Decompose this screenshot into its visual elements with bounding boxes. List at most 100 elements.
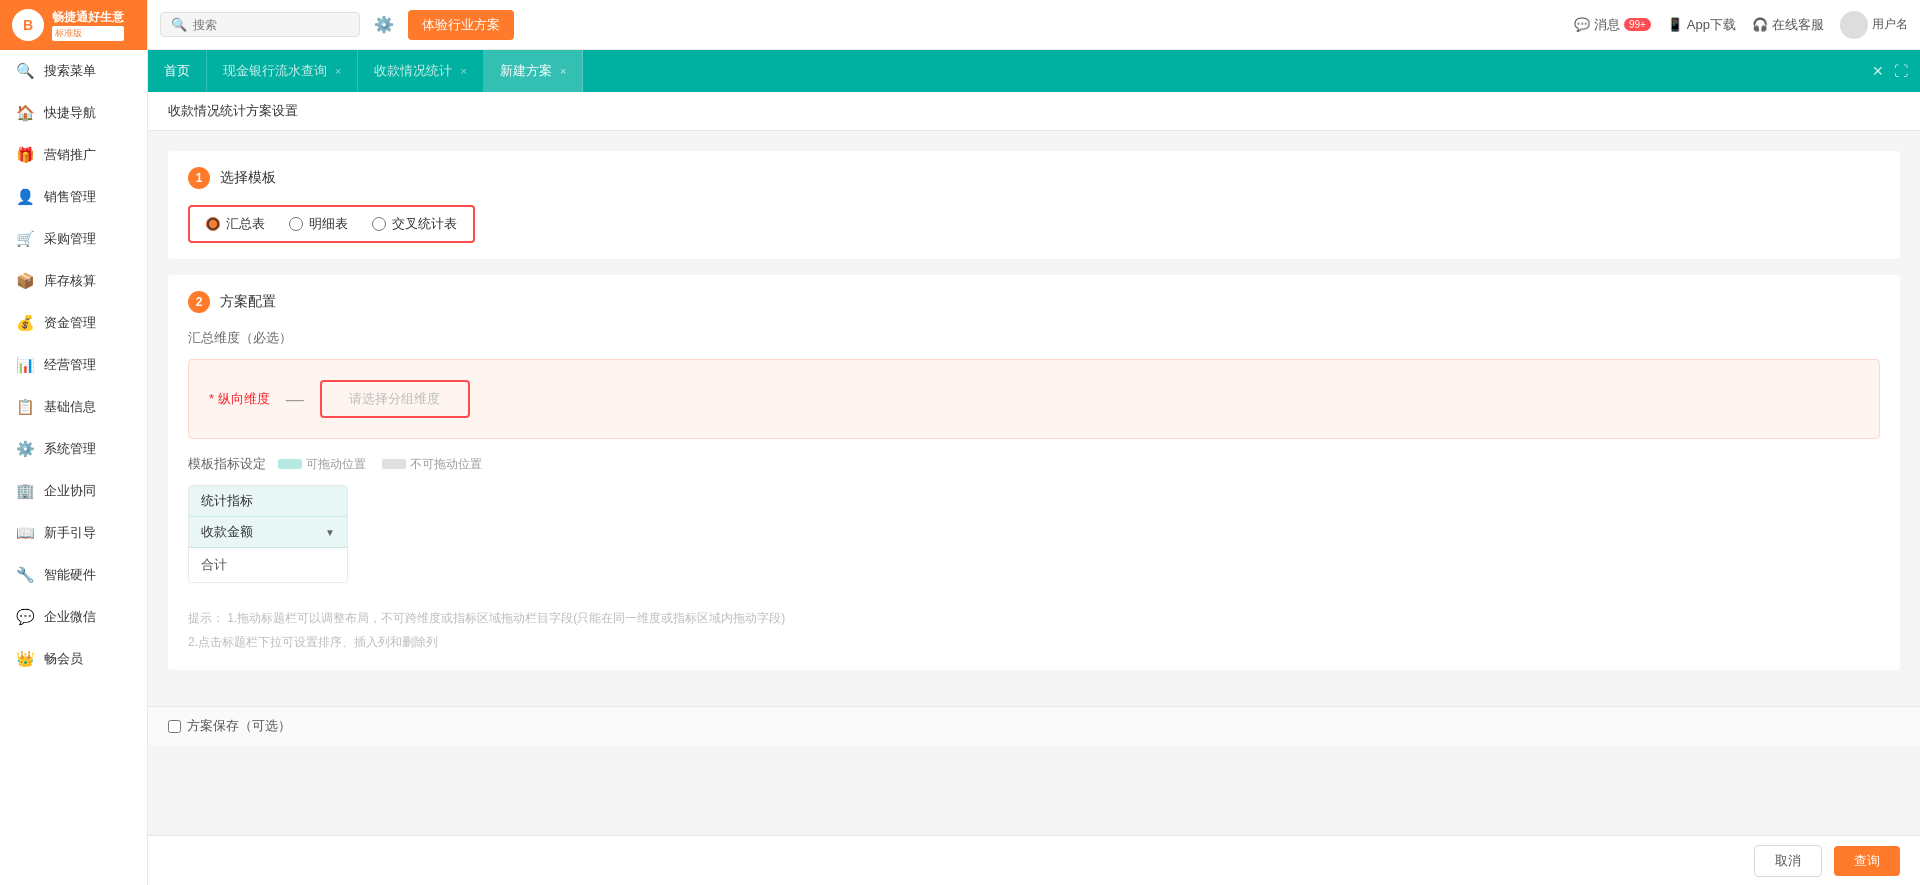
template-options: 汇总表 明细表 交叉统计表 — [188, 205, 475, 243]
cart-icon: 🛒 — [16, 230, 34, 248]
metrics-column-header[interactable]: 收款金额 ▼ — [189, 517, 347, 548]
sidebar-item-enterprise[interactable]: 🏢 企业协同 — [0, 470, 147, 512]
sidebar-item-marketing[interactable]: 🎁 营销推广 — [0, 134, 147, 176]
legend-fixed: 不可拖动位置 — [382, 456, 482, 473]
gift-icon: 🎁 — [16, 146, 34, 164]
user-profile[interactable]: 用户名 — [1840, 11, 1908, 39]
tab-close-button[interactable]: ✕ — [1872, 63, 1884, 79]
topbar-right: 💬 消息 99+ 📱 App下载 🎧 在线客服 用户名 — [1574, 11, 1908, 39]
step2-number: 2 — [188, 291, 210, 313]
logo-text: 畅捷通好生意 标准版 — [52, 9, 124, 41]
radio-cross-label: 交叉统计表 — [392, 215, 457, 233]
content-area: 收款情况统计方案设置 1 选择模板 汇总表 明细表 — [148, 92, 1920, 835]
metrics-label: 模板指标设定 — [188, 455, 266, 473]
tips-title: 提示： 1.拖动标题栏可以调整布局，不可跨维度或指标区域拖动栏目字段(只能在同一… — [188, 606, 1880, 630]
tab-actions: ✕ ⛶ — [1860, 50, 1920, 92]
radio-cross-input[interactable] — [372, 217, 386, 231]
tab-bank-flow[interactable]: 现金银行流水查询 × — [207, 50, 358, 92]
download-button[interactable]: 📱 App下载 — [1667, 16, 1736, 34]
search-menu-icon: 🔍 — [16, 62, 34, 80]
radio-detail-label: 明细表 — [309, 215, 348, 233]
sidebar-item-basic-info[interactable]: 📋 基础信息 — [0, 386, 147, 428]
tab-collection-stats[interactable]: 收款情况统计 × — [358, 50, 483, 92]
clipboard-icon: 📋 — [16, 398, 34, 416]
user-icon: 👤 — [16, 188, 34, 206]
save-option[interactable]: 方案保存（可选） — [168, 717, 291, 735]
sidebar-item-system[interactable]: ⚙️ 系统管理 — [0, 428, 147, 470]
avatar — [1840, 11, 1868, 39]
chevron-down-icon: ▼ — [325, 527, 335, 538]
draggable-indicator — [278, 459, 302, 469]
arrow-icon: — — [286, 389, 304, 410]
bottom-actions: 取消 查询 — [148, 835, 1920, 885]
message-button[interactable]: 💬 消息 99+ — [1574, 16, 1651, 34]
logo-icon: B — [12, 9, 44, 41]
radio-summary-label: 汇总表 — [226, 215, 265, 233]
metrics-grid-header: 统计指标 — [189, 486, 347, 517]
fixed-indicator — [382, 459, 406, 469]
topbar: 🔍 ⚙️ 体验行业方案 💬 消息 99+ 📱 App下载 🎧 在线客服 用户名 — [148, 0, 1920, 50]
sidebar-item-member[interactable]: 👑 畅会员 — [0, 638, 147, 680]
page-footer: 方案保存（可选） — [148, 706, 1920, 745]
radio-summary-input[interactable] — [206, 217, 220, 231]
tab-close-collection-stats[interactable]: × — [460, 65, 466, 77]
metrics-row-total: 合计 — [189, 548, 347, 582]
topbar-search-box[interactable]: 🔍 — [160, 12, 360, 37]
sidebar-item-smart-hardware[interactable]: 🔧 智能硬件 — [0, 554, 147, 596]
tab-maximize-button[interactable]: ⛶ — [1894, 63, 1908, 79]
query-button[interactable]: 查询 — [1834, 846, 1900, 876]
wechat-icon: 💬 — [16, 608, 34, 626]
tab-home[interactable]: 首页 — [148, 50, 207, 92]
metrics-legend: 可拖动位置 不可拖动位置 — [278, 456, 482, 473]
tabbar: 首页 现金银行流水查询 × 收款情况统计 × 新建方案 × ✕ ⛶ — [148, 50, 1920, 92]
industry-plan-button[interactable]: 体验行业方案 — [408, 10, 514, 40]
sidebar-item-operations[interactable]: 📊 经营管理 — [0, 344, 147, 386]
step1-section: 1 选择模板 汇总表 明细表 交叉统计表 — [168, 151, 1900, 259]
sidebar-item-sales[interactable]: 👤 销售管理 — [0, 176, 147, 218]
sidebar-item-newbie[interactable]: 📖 新手引导 — [0, 512, 147, 554]
tips-item2: 2.点击标题栏下拉可设置排序、插入列和删除列 — [188, 630, 1880, 654]
search-icon: 🔍 — [171, 17, 187, 32]
sidebar-item-inventory[interactable]: 📦 库存核算 — [0, 260, 147, 302]
step2-header: 2 方案配置 — [188, 291, 1880, 313]
save-checkbox[interactable] — [168, 720, 181, 733]
sidebar-item-search-menu[interactable]: 🔍 搜索菜单 — [0, 50, 147, 92]
save-label: 方案保存（可选） — [187, 717, 291, 735]
tab-close-bank-flow[interactable]: × — [335, 65, 341, 77]
hardware-icon: 🔧 — [16, 566, 34, 584]
sidebar-item-finance[interactable]: 💰 资金管理 — [0, 302, 147, 344]
main-area: 🔍 ⚙️ 体验行业方案 💬 消息 99+ 📱 App下载 🎧 在线客服 用户名 — [148, 0, 1920, 885]
step1-header: 1 选择模板 — [188, 167, 1880, 189]
dimension-select[interactable]: 请选择分组维度 — [320, 380, 470, 418]
sidebar-item-wechat[interactable]: 💬 企业微信 — [0, 596, 147, 638]
sidebar-menu: 🔍 搜索菜单 🏠 快捷导航 🎁 营销推广 👤 销售管理 🛒 采购管理 📦 库存核… — [0, 50, 147, 885]
settings-button[interactable]: ⚙️ — [368, 9, 400, 41]
tips-section: 提示： 1.拖动标题栏可以调整布局，不可跨维度或指标区域拖动栏目字段(只能在同一… — [188, 606, 1880, 654]
dimension-section-label: 汇总维度（必选） — [188, 329, 1880, 347]
radio-cross[interactable]: 交叉统计表 — [372, 215, 457, 233]
money-icon: 💰 — [16, 314, 34, 332]
sidebar: B 畅捷通好生意 标准版 🔍 搜索菜单 🏠 快捷导航 🎁 营销推广 👤 销售管理… — [0, 0, 148, 885]
cancel-button[interactable]: 取消 — [1754, 845, 1822, 877]
crown-icon: 👑 — [16, 650, 34, 668]
dimension-row: 纵向维度 — 请选择分组维度 — [209, 380, 1859, 418]
sidebar-item-purchase[interactable]: 🛒 采购管理 — [0, 218, 147, 260]
sidebar-logo: B 畅捷通好生意 标准版 — [0, 0, 147, 50]
legend-draggable: 可拖动位置 — [278, 456, 366, 473]
radio-detail[interactable]: 明细表 — [289, 215, 348, 233]
search-input[interactable] — [193, 18, 343, 32]
radio-summary[interactable]: 汇总表 — [206, 215, 265, 233]
download-icon: 📱 — [1667, 17, 1683, 32]
tab-close-new-plan[interactable]: × — [560, 65, 566, 77]
box-icon: 📦 — [16, 272, 34, 290]
gear-icon: ⚙️ — [16, 440, 34, 458]
home-icon: 🏠 — [16, 104, 34, 122]
step1-title: 选择模板 — [220, 169, 276, 187]
sidebar-item-quick-nav[interactable]: 🏠 快捷导航 — [0, 92, 147, 134]
support-button[interactable]: 🎧 在线客服 — [1752, 16, 1824, 34]
page-title: 收款情况统计方案设置 — [168, 103, 298, 118]
radio-detail-input[interactable] — [289, 217, 303, 231]
tab-new-plan[interactable]: 新建方案 × — [484, 50, 583, 92]
headset-icon: 🎧 — [1752, 17, 1768, 32]
page-body: 1 选择模板 汇总表 明细表 交叉统计表 — [148, 131, 1920, 706]
